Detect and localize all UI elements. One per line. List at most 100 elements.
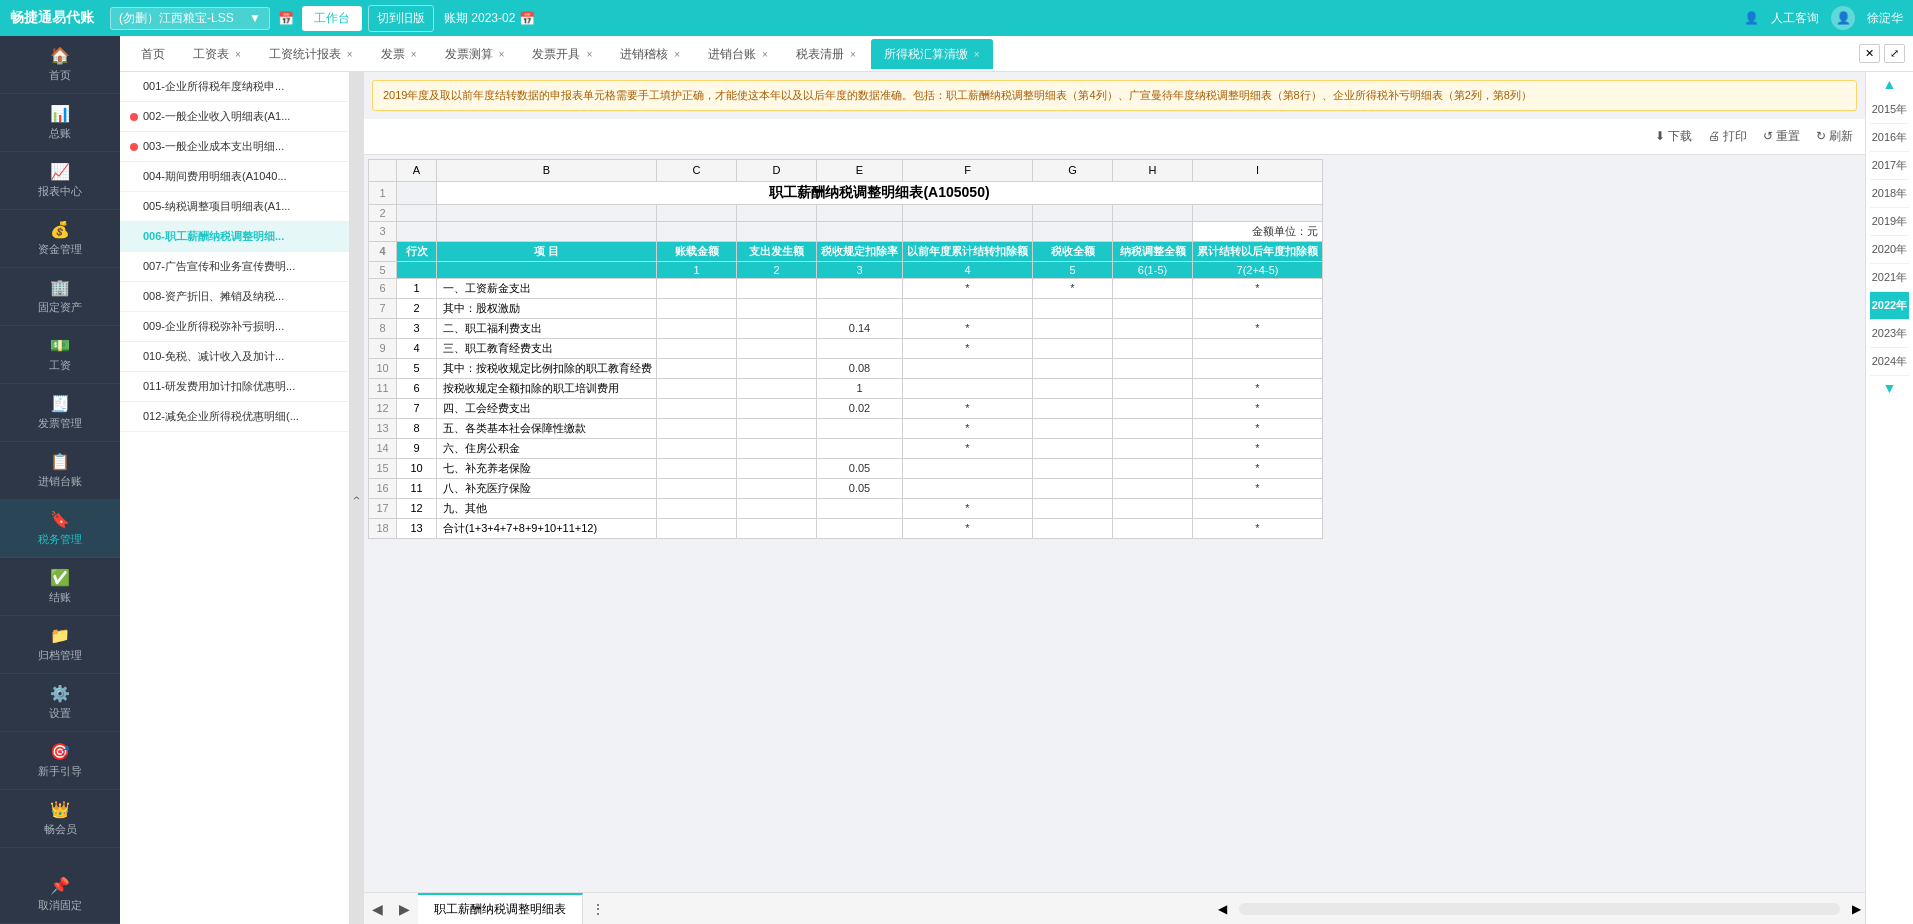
h-11[interactable]: [1113, 498, 1193, 518]
scroll-right-icon[interactable]: ▶: [1848, 902, 1865, 916]
e-12[interactable]: [817, 518, 903, 538]
sidebar-item-资金管理[interactable]: 💰资金管理: [0, 210, 120, 268]
tab-进销稽核[interactable]: 进销稽核×: [607, 39, 693, 69]
tab-所得税汇算清缴[interactable]: 所得税汇算清缴×: [871, 39, 993, 69]
sidebar-item-报表中心[interactable]: 📈报表中心: [0, 152, 120, 210]
i-12[interactable]: *: [1193, 518, 1323, 538]
i-9[interactable]: *: [1193, 458, 1323, 478]
d-6[interactable]: [737, 398, 817, 418]
i-0[interactable]: *: [1193, 278, 1323, 298]
g-12[interactable]: [1033, 518, 1113, 538]
g-11[interactable]: [1033, 498, 1113, 518]
e-5[interactable]: 1: [817, 378, 903, 398]
e-9[interactable]: 0.05: [817, 458, 903, 478]
i-7[interactable]: *: [1193, 418, 1323, 438]
c-0[interactable]: [657, 278, 737, 298]
left-panel-item-2[interactable]: 003-一般企业成本支出明细...: [120, 132, 349, 162]
c-1[interactable]: [657, 298, 737, 318]
d-5[interactable]: [737, 378, 817, 398]
tab-税表清册[interactable]: 税表清册×: [783, 39, 869, 69]
old-version-button[interactable]: 切到旧版: [368, 5, 434, 32]
h-0[interactable]: [1113, 278, 1193, 298]
left-panel-item-0[interactable]: 001-企业所得税年度纳税申...: [120, 72, 349, 102]
user-name[interactable]: 徐淀华: [1867, 10, 1903, 27]
sidebar-item-设置[interactable]: ⚙️设置: [0, 674, 120, 732]
tab-close-1[interactable]: ×: [235, 49, 241, 60]
company-selector[interactable]: (勿删）江西粮宝-LSS ▼: [110, 7, 270, 30]
sidebar-item-进销台账[interactable]: 📋进销台账: [0, 442, 120, 500]
h-4[interactable]: [1113, 358, 1193, 378]
f-1[interactable]: [903, 298, 1033, 318]
c-7[interactable]: [657, 418, 737, 438]
workbench-button[interactable]: 工作台: [302, 6, 362, 31]
year-btn-2023年[interactable]: 2023年: [1870, 320, 1909, 348]
f-3[interactable]: *: [903, 338, 1033, 358]
d-12[interactable]: [737, 518, 817, 538]
i-2[interactable]: *: [1193, 318, 1323, 338]
scroll-left-icon[interactable]: ◀: [1214, 902, 1231, 916]
f-4[interactable]: [903, 358, 1033, 378]
h-7[interactable]: [1113, 418, 1193, 438]
c-3[interactable]: [657, 338, 737, 358]
g-0[interactable]: *: [1033, 278, 1113, 298]
left-panel-item-4[interactable]: 005-纳税调整项目明细表(A1...: [120, 192, 349, 222]
download-button[interactable]: ⬇ 下载: [1655, 128, 1692, 145]
tab-close-7[interactable]: ×: [762, 49, 768, 60]
i-8[interactable]: *: [1193, 438, 1323, 458]
e-1[interactable]: [817, 298, 903, 318]
d-2[interactable]: [737, 318, 817, 338]
g-5[interactable]: [1033, 378, 1113, 398]
left-panel-item-10[interactable]: 011-研发费用加计扣除优惠明...: [120, 372, 349, 402]
g-3[interactable]: [1033, 338, 1113, 358]
support-label[interactable]: 人工客询: [1771, 10, 1819, 27]
c-10[interactable]: [657, 478, 737, 498]
sheet-more-button[interactable]: ⋮: [583, 901, 613, 917]
c-11[interactable]: [657, 498, 737, 518]
collapse-button[interactable]: ‹: [350, 72, 364, 924]
year-btn-2022年[interactable]: 2022年: [1870, 292, 1909, 320]
sidebar-item-税务管理[interactable]: 🔖税务管理: [0, 500, 120, 558]
year-btn-2021年[interactable]: 2021年: [1870, 264, 1909, 292]
f-0[interactable]: *: [903, 278, 1033, 298]
spreadsheet-area[interactable]: ABCDEFGHI1职工薪酬纳税调整明细表(A105050)23金额单位：元4行…: [364, 155, 1865, 893]
tab-发票测算[interactable]: 发票测算×: [432, 39, 518, 69]
tab-工资统计报表[interactable]: 工资统计报表×: [256, 39, 366, 69]
i-5[interactable]: *: [1193, 378, 1323, 398]
sheet-tab[interactable]: 职工薪酬纳税调整明细表: [418, 893, 583, 924]
f-11[interactable]: *: [903, 498, 1033, 518]
g-9[interactable]: [1033, 458, 1113, 478]
i-3[interactable]: [1193, 338, 1323, 358]
f-12[interactable]: *: [903, 518, 1033, 538]
i-1[interactable]: [1193, 298, 1323, 318]
f-6[interactable]: *: [903, 398, 1033, 418]
g-2[interactable]: [1033, 318, 1113, 338]
tab-close-8[interactable]: ×: [850, 49, 856, 60]
left-panel-item-9[interactable]: 010-免税、减计收入及加计...: [120, 342, 349, 372]
sidebar-item-结账[interactable]: ✅结账: [0, 558, 120, 616]
left-panel-item-7[interactable]: 008-资产折旧、摊销及纳税...: [120, 282, 349, 312]
g-10[interactable]: [1033, 478, 1113, 498]
tab-close-5[interactable]: ×: [586, 49, 592, 60]
year-btn-2019年[interactable]: 2019年: [1870, 208, 1909, 236]
year-down-button[interactable]: ▼: [1866, 376, 1913, 400]
f-2[interactable]: *: [903, 318, 1033, 338]
g-4[interactable]: [1033, 358, 1113, 378]
g-7[interactable]: [1033, 418, 1113, 438]
tab-进销台账[interactable]: 进销台账×: [695, 39, 781, 69]
sidebar-unpin[interactable]: 📌 取消固定: [0, 866, 120, 924]
year-btn-2017年[interactable]: 2017年: [1870, 152, 1909, 180]
c-4[interactable]: [657, 358, 737, 378]
year-btn-2018年[interactable]: 2018年: [1870, 180, 1909, 208]
year-btn-2024年[interactable]: 2024年: [1870, 348, 1909, 376]
g-8[interactable]: [1033, 438, 1113, 458]
left-panel-item-8[interactable]: 009-企业所得税弥补亏损明...: [120, 312, 349, 342]
tab-close-6[interactable]: ×: [674, 49, 680, 60]
reset-button[interactable]: ↺ 重置: [1763, 128, 1800, 145]
f-8[interactable]: *: [903, 438, 1033, 458]
h-1[interactable]: [1113, 298, 1193, 318]
h-3[interactable]: [1113, 338, 1193, 358]
e-2[interactable]: 0.14: [817, 318, 903, 338]
c-2[interactable]: [657, 318, 737, 338]
d-7[interactable]: [737, 418, 817, 438]
sidebar-item-发票管理[interactable]: 🧾发票管理: [0, 384, 120, 442]
